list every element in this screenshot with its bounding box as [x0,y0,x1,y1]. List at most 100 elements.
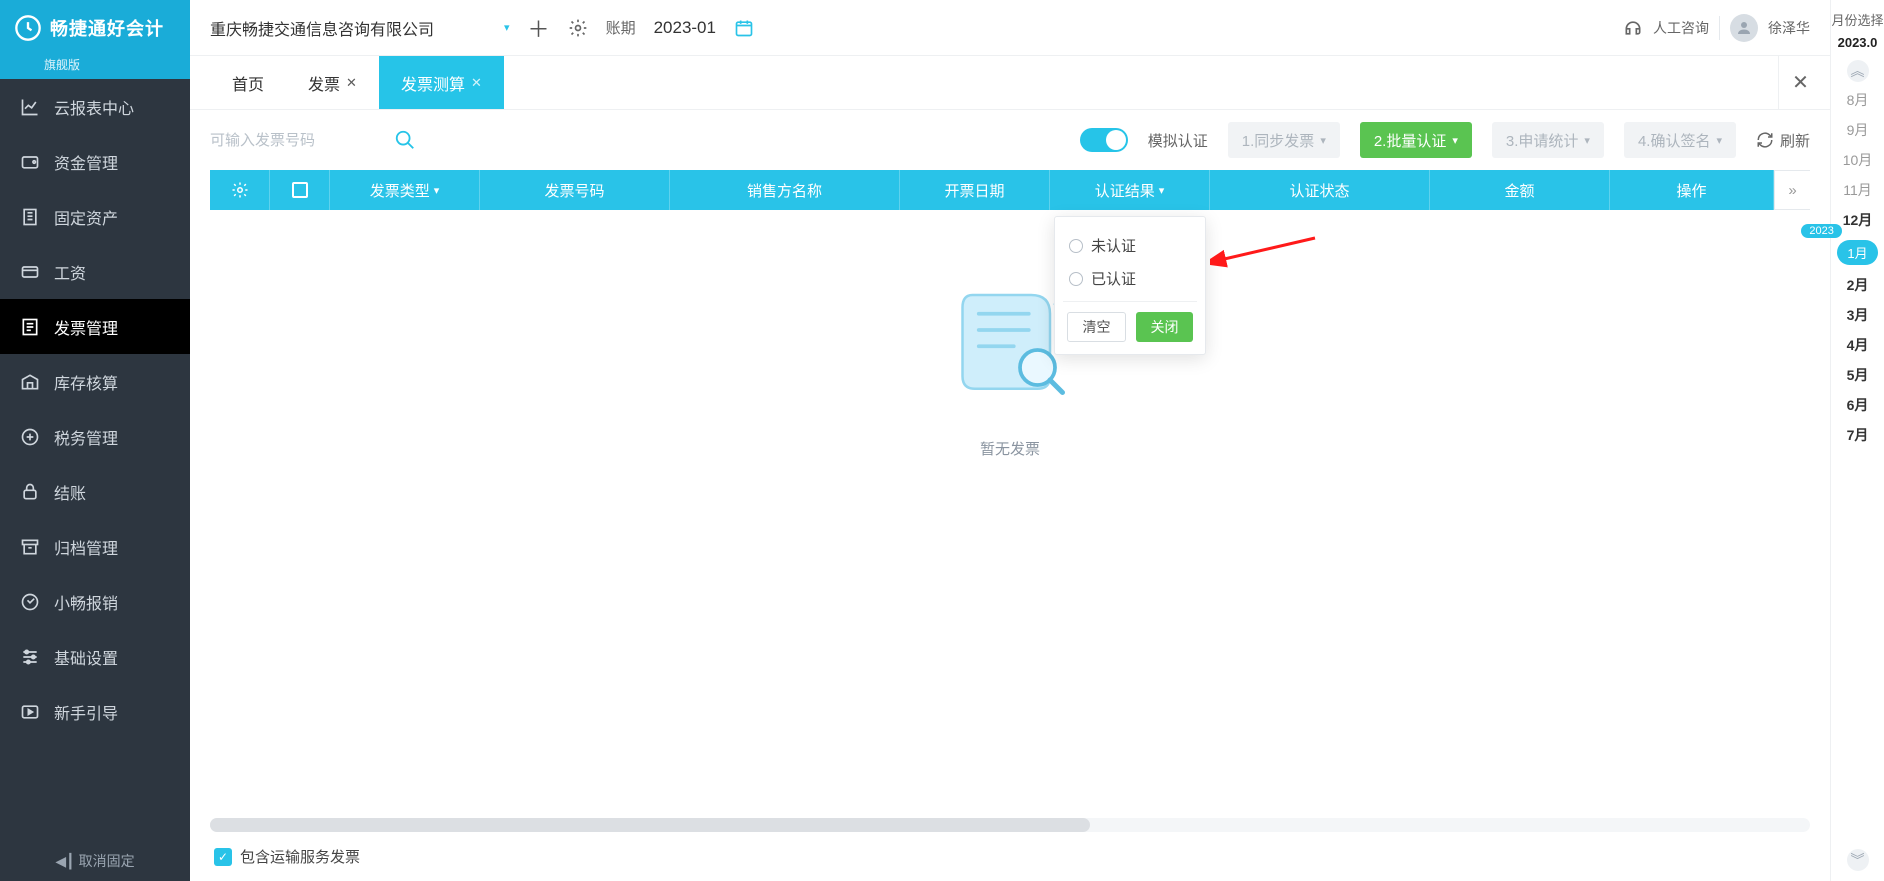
sidebar-item-closing[interactable]: 结账 [0,464,190,519]
sidebar-item-guide[interactable]: 新手引导 [0,684,190,739]
checkbox-checked-icon: ✓ [214,848,232,866]
foot-check-label: 包含运输服务发票 [240,846,360,867]
unpin-icon: ◀┃ [55,853,74,870]
step-label: 2.批量认证 [1374,130,1447,151]
th-auth-result[interactable]: 认证结果▾ [1050,170,1210,210]
brand-logo: 畅捷通好会计 [0,0,190,56]
month-item[interactable]: 8月 [1847,90,1869,110]
month-item-active[interactable]: 1月 [1837,240,1877,265]
month-panel: 月份选择 2023.0 ︽ 8月 9月 10月 11月 12月 2023 1月 … [1830,0,1884,881]
empty-state: 暂无发票 [210,210,1810,818]
search-icon[interactable] [394,129,416,151]
month-item[interactable]: 12月 [1843,210,1873,230]
tab-label: 首页 [232,71,264,95]
th-invoice-type[interactable]: 发票类型▾ [330,170,480,210]
month-item[interactable]: 10月 [1843,150,1873,170]
search-box [210,129,416,151]
th-select-all[interactable] [270,170,330,210]
play-icon [20,702,40,722]
tab-invoice[interactable]: 发票 ✕ [286,56,379,109]
th-date: 开票日期 [900,170,1050,210]
month-item[interactable]: 6月 [1847,395,1869,415]
tab-label: 发票测算 [401,71,465,95]
close-icon[interactable]: ✕ [471,75,482,91]
step-batch-auth-button[interactable]: 2.批量认证 ▾ [1360,122,1472,158]
user-name[interactable]: 徐泽华 [1768,18,1810,38]
month-item[interactable]: 9月 [1847,120,1869,140]
sidebar-item-archive[interactable]: 归档管理 [0,519,190,574]
month-item[interactable]: 4月 [1847,335,1869,355]
calendar-icon[interactable] [734,18,754,38]
tab-label: 发票 [308,71,340,95]
month-item[interactable]: 2月 [1847,275,1869,295]
chevron-down-icon: ▾ [504,21,510,34]
radio-icon [1069,239,1083,253]
close-icon[interactable]: ✕ [346,75,357,91]
company-selector[interactable]: 重庆畅捷交通信息咨询有限公司 ▾ [210,16,510,40]
tab-home[interactable]: 首页 [210,56,286,109]
add-company-button[interactable]: ＋ [528,12,550,44]
sidebar-item-label: 云报表中心 [54,95,134,119]
sidebar-item-label: 税务管理 [54,425,118,449]
month-item[interactable]: 7月 [1847,425,1869,445]
filter-clear-button[interactable]: 清空 [1067,312,1126,342]
filter-close-button[interactable]: 关闭 [1136,312,1193,342]
sidebar-item-inventory[interactable]: 库存核算 [0,354,190,409]
sidebar-item-label: 库存核算 [54,370,118,394]
avatar[interactable] [1730,14,1758,42]
empty-text: 暂无发票 [980,438,1040,459]
step-confirm-sign-button[interactable]: 4.确认签名 ▾ [1624,122,1736,158]
filter-option-authed[interactable]: 已认证 [1067,262,1193,295]
step-sync-button[interactable]: 1.同步发票 ▾ [1228,122,1340,158]
simulate-auth-toggle[interactable] [1080,128,1128,152]
tabs-close-all-button[interactable]: ✕ [1778,56,1822,109]
month-panel-title: 月份选择 [1831,10,1883,29]
sidebar-item-tax[interactable]: 税务管理 [0,409,190,464]
refresh-button[interactable]: 刷新 [1756,130,1810,151]
period-label: 账期 [606,17,636,38]
filter-option-unauthed[interactable]: 未认证 [1067,229,1193,262]
brand-icon [14,14,42,42]
month-year-badge: 2023 [1801,224,1841,238]
th-settings[interactable] [210,170,270,210]
month-scroll-down[interactable]: ︾ [1847,849,1869,871]
reimburse-icon [20,592,40,612]
topbar: 重庆畅捷交通信息咨询有限公司 ▾ ＋ 账期 2023-01 人工咨询 [190,0,1830,56]
include-transport-checkbox[interactable]: ✓ 包含运输服务发票 [210,832,1810,871]
scroll-thumb[interactable] [210,818,1090,832]
sidebar-item-reimburse[interactable]: 小畅报销 [0,574,190,629]
chevron-down-icon: ▾ [1584,134,1590,147]
sidebar-item-assets[interactable]: 固定资产 [0,189,190,244]
support-label[interactable]: 人工咨询 [1653,18,1709,38]
sidebar-item-label: 发票管理 [54,315,118,339]
search-input[interactable] [210,132,380,149]
chevron-down-icon: ▾ [434,184,440,197]
sidebar-item-reports[interactable]: 云报表中心 [0,79,190,134]
month-item[interactable]: 5月 [1847,365,1869,385]
th-auth-status: 认证状态 [1210,170,1430,210]
month-item[interactable]: 11月 [1843,180,1872,200]
step-apply-stats-button[interactable]: 3.申请统计 ▾ [1492,122,1604,158]
chevron-down-icon: ▾ [1320,134,1326,147]
headset-icon[interactable] [1623,18,1643,38]
radio-icon [1069,272,1083,286]
sidebar-item-label: 工资 [54,260,86,284]
tax-icon [20,427,40,447]
gear-icon[interactable] [568,18,588,38]
sidebar-item-label: 资金管理 [54,150,118,174]
sidebar-item-invoice[interactable]: 发票管理 [0,299,190,354]
sidebar-item-salary[interactable]: 工资 [0,244,190,299]
sidebar-item-label: 基础设置 [54,645,118,669]
sidebar-item-funds[interactable]: 资金管理 [0,134,190,189]
th-expand-button[interactable]: » [1774,170,1810,210]
toolbar: 模拟认证 1.同步发票 ▾ 2.批量认证 ▾ 3.申请统计 ▾ 4.确认签名 ▾… [190,110,1830,170]
month-item[interactable]: 3月 [1847,305,1869,325]
card-icon [20,262,40,282]
sidebar-item-settings[interactable]: 基础设置 [0,629,190,684]
sidebar-unpin[interactable]: ◀┃ 取消固定 [0,841,190,881]
tabs: 首页 发票 ✕ 发票测算 ✕ ✕ [190,56,1830,110]
chevron-down-icon: ▾ [1716,134,1722,147]
horizontal-scrollbar[interactable] [210,818,1810,832]
tab-invoice-calc[interactable]: 发票测算 ✕ [379,56,504,109]
month-scroll-up[interactable]: ︽ [1847,60,1869,82]
